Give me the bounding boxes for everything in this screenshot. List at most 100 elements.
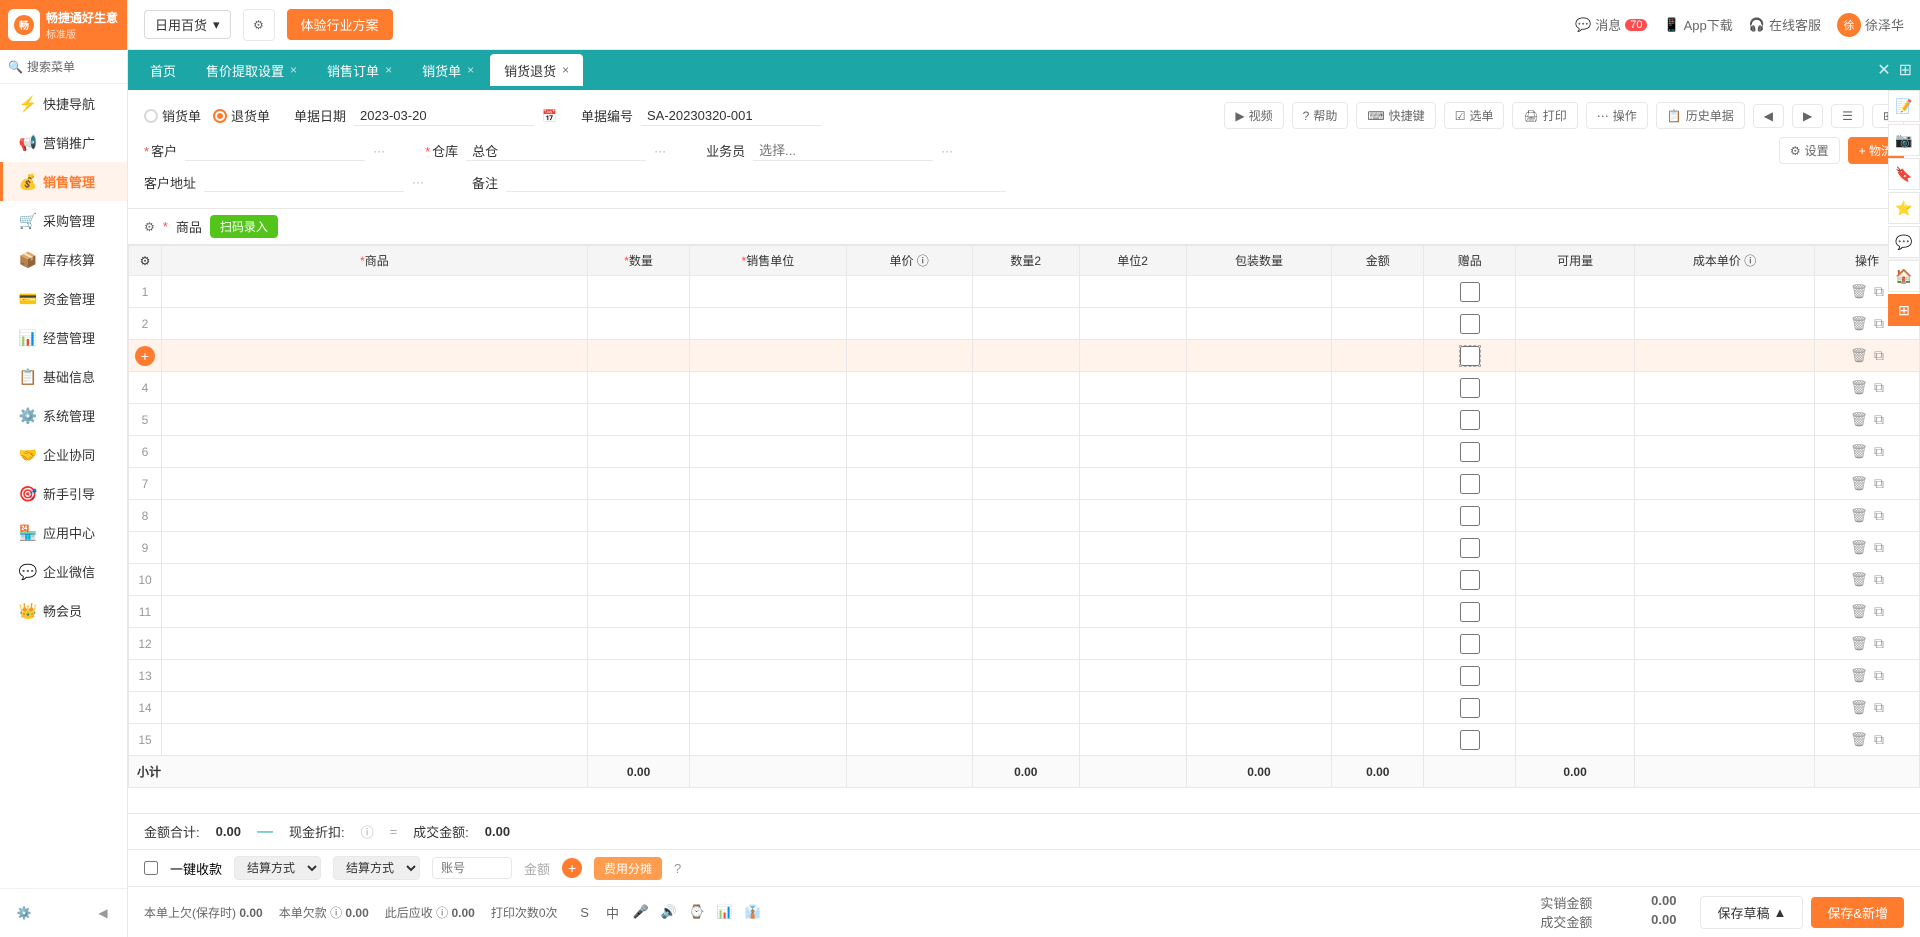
right-panel-star[interactable]: ⭐ — [1888, 192, 1920, 224]
tab-close-sales-return[interactable]: × — [562, 63, 569, 77]
list-view-btn[interactable]: ☰ — [1831, 104, 1864, 128]
delete-btn-9[interactable]: 🗑 — [1850, 539, 1868, 556]
cost-price-cell-6[interactable] — [1635, 436, 1815, 468]
available-cell-9[interactable] — [1516, 532, 1635, 564]
amount-cell-10[interactable] — [1332, 564, 1424, 596]
cost-price-cell-15[interactable] — [1635, 724, 1815, 756]
delete-btn-1[interactable]: 🗑 — [1850, 283, 1868, 300]
tab-sales-delivery[interactable]: 销货单 × — [408, 54, 488, 86]
gift-checkbox-10[interactable] — [1460, 570, 1480, 590]
sales-unit-cell-15[interactable] — [690, 724, 846, 756]
sidebar-item-operations[interactable]: 📊 经营管理 — [0, 318, 127, 357]
product-cell-8[interactable] — [162, 500, 588, 532]
settings-btn[interactable]: ⚙ 设置 — [1779, 137, 1840, 164]
sidebar-item-enterprise[interactable]: 🤝 企业协同 — [0, 435, 127, 474]
unit-price-cell-5[interactable] — [846, 404, 972, 436]
pack-qty-cell-7[interactable] — [1186, 468, 1332, 500]
pack-qty-cell-8[interactable] — [1186, 500, 1332, 532]
unit-price-cell-11[interactable] — [846, 596, 972, 628]
copy-btn-11[interactable]: ⧉ — [1874, 603, 1884, 620]
sidebar-item-wechat[interactable]: 💬 企业微信 — [0, 552, 127, 591]
delete-btn-8[interactable]: 🗑 — [1850, 507, 1868, 524]
staff-dots[interactable]: ··· — [941, 144, 953, 158]
sales-unit-cell-13[interactable] — [690, 660, 846, 692]
customer-addr-input[interactable] — [204, 172, 404, 192]
copy-btn-12[interactable]: ⧉ — [1874, 635, 1884, 652]
available-cell-11[interactable] — [1516, 596, 1635, 628]
delete-btn-15[interactable]: 🗑 — [1850, 731, 1868, 748]
gift-cell-14[interactable] — [1424, 692, 1516, 724]
gift-checkbox-7[interactable] — [1460, 474, 1480, 494]
qty-cell-14[interactable] — [587, 692, 689, 724]
copy-btn-9[interactable]: ⧉ — [1874, 539, 1884, 556]
sales-unit-cell-2[interactable] — [690, 308, 846, 340]
print-btn[interactable]: 🖨 打印 — [1512, 102, 1577, 129]
qty-cell-8[interactable] — [587, 500, 689, 532]
product-cell-7[interactable] — [162, 468, 588, 500]
gift-cell-5[interactable] — [1424, 404, 1516, 436]
gift-checkbox-4[interactable] — [1460, 378, 1480, 398]
tab-home[interactable]: 首页 — [136, 54, 190, 86]
delete-btn-14[interactable]: 🗑 — [1850, 699, 1868, 716]
pack-qty-cell-2[interactable] — [1186, 308, 1332, 340]
unit-price-cell-6[interactable] — [846, 436, 972, 468]
pack-qty-cell-11[interactable] — [1186, 596, 1332, 628]
amount-cell-4[interactable] — [1332, 372, 1424, 404]
remark-input[interactable] — [506, 172, 1006, 192]
qty2-cell-3[interactable] — [972, 340, 1079, 372]
available-cell-3[interactable] — [1516, 340, 1635, 372]
one-click-pay-checkbox[interactable] — [144, 861, 158, 875]
product-cell-12[interactable] — [162, 628, 588, 660]
qty-cell-4[interactable] — [587, 372, 689, 404]
qty2-cell-1[interactable] — [972, 276, 1079, 308]
tab-layout-icon[interactable]: ⊞ — [1899, 60, 1912, 80]
unit2-cell-7[interactable] — [1079, 468, 1186, 500]
operation-btn[interactable]: ⋯ 操作 — [1586, 102, 1648, 129]
cost-price-cell-5[interactable] — [1635, 404, 1815, 436]
pack-qty-cell-14[interactable] — [1186, 692, 1332, 724]
sidebar-item-shortcut[interactable]: ⚡ 快捷导航 — [0, 84, 127, 123]
radio-delivery[interactable]: 销货单 — [144, 106, 201, 125]
save-new-btn[interactable]: 保存&新增 — [1811, 897, 1904, 928]
sales-unit-cell-9[interactable] — [690, 532, 846, 564]
qty-cell-15[interactable] — [587, 724, 689, 756]
delete-btn-13[interactable]: 🗑 — [1850, 667, 1868, 684]
pack-qty-cell-15[interactable] — [1186, 724, 1332, 756]
nav-prev-btn[interactable]: ◀ — [1753, 104, 1784, 128]
copy-btn-14[interactable]: ⧉ — [1874, 699, 1884, 716]
product-cell-10[interactable] — [162, 564, 588, 596]
product-cell-2[interactable] — [162, 308, 588, 340]
copy-btn-2[interactable]: ⧉ — [1874, 315, 1884, 332]
row-add-btn[interactable]: + — [135, 346, 155, 366]
account-select[interactable]: 结算方式 — [333, 856, 420, 880]
warehouse-input[interactable] — [466, 141, 646, 161]
cost-price-cell-12[interactable] — [1635, 628, 1815, 660]
sales-unit-cell-4[interactable] — [690, 372, 846, 404]
cost-price-cell-11[interactable] — [1635, 596, 1815, 628]
amount-cell-13[interactable] — [1332, 660, 1424, 692]
pack-qty-cell-6[interactable] — [1186, 436, 1332, 468]
gift-checkbox-8[interactable] — [1460, 506, 1480, 526]
unit2-cell-10[interactable] — [1079, 564, 1186, 596]
delete-btn-5[interactable]: 🗑 — [1850, 411, 1868, 428]
unit-price-cell-14[interactable] — [846, 692, 972, 724]
sidebar-item-sales[interactable]: 💰 销售管理 — [0, 162, 127, 201]
unit-price-cell-10[interactable] — [846, 564, 972, 596]
qty2-cell-15[interactable] — [972, 724, 1079, 756]
qty2-cell-8[interactable] — [972, 500, 1079, 532]
cost-price-cell-9[interactable] — [1635, 532, 1815, 564]
qty2-cell-7[interactable] — [972, 468, 1079, 500]
unit-price-cell-3[interactable] — [846, 340, 972, 372]
qty2-cell-13[interactable] — [972, 660, 1079, 692]
unit2-cell-14[interactable] — [1079, 692, 1186, 724]
unit-price-cell-12[interactable] — [846, 628, 972, 660]
sales-unit-cell-12[interactable] — [690, 628, 846, 660]
sales-unit-cell-11[interactable] — [690, 596, 846, 628]
delete-btn-4[interactable]: 🗑 — [1850, 379, 1868, 396]
cost-price-cell-4[interactable] — [1635, 372, 1815, 404]
tab-sales-return[interactable]: 销货退货 × — [490, 54, 583, 86]
video-btn[interactable]: ▶ 视频 — [1224, 102, 1283, 129]
gift-cell-9[interactable] — [1424, 532, 1516, 564]
pack-qty-cell-3[interactable] — [1186, 340, 1332, 372]
settings-bottom-btn[interactable]: ⚙️ — [8, 897, 40, 929]
